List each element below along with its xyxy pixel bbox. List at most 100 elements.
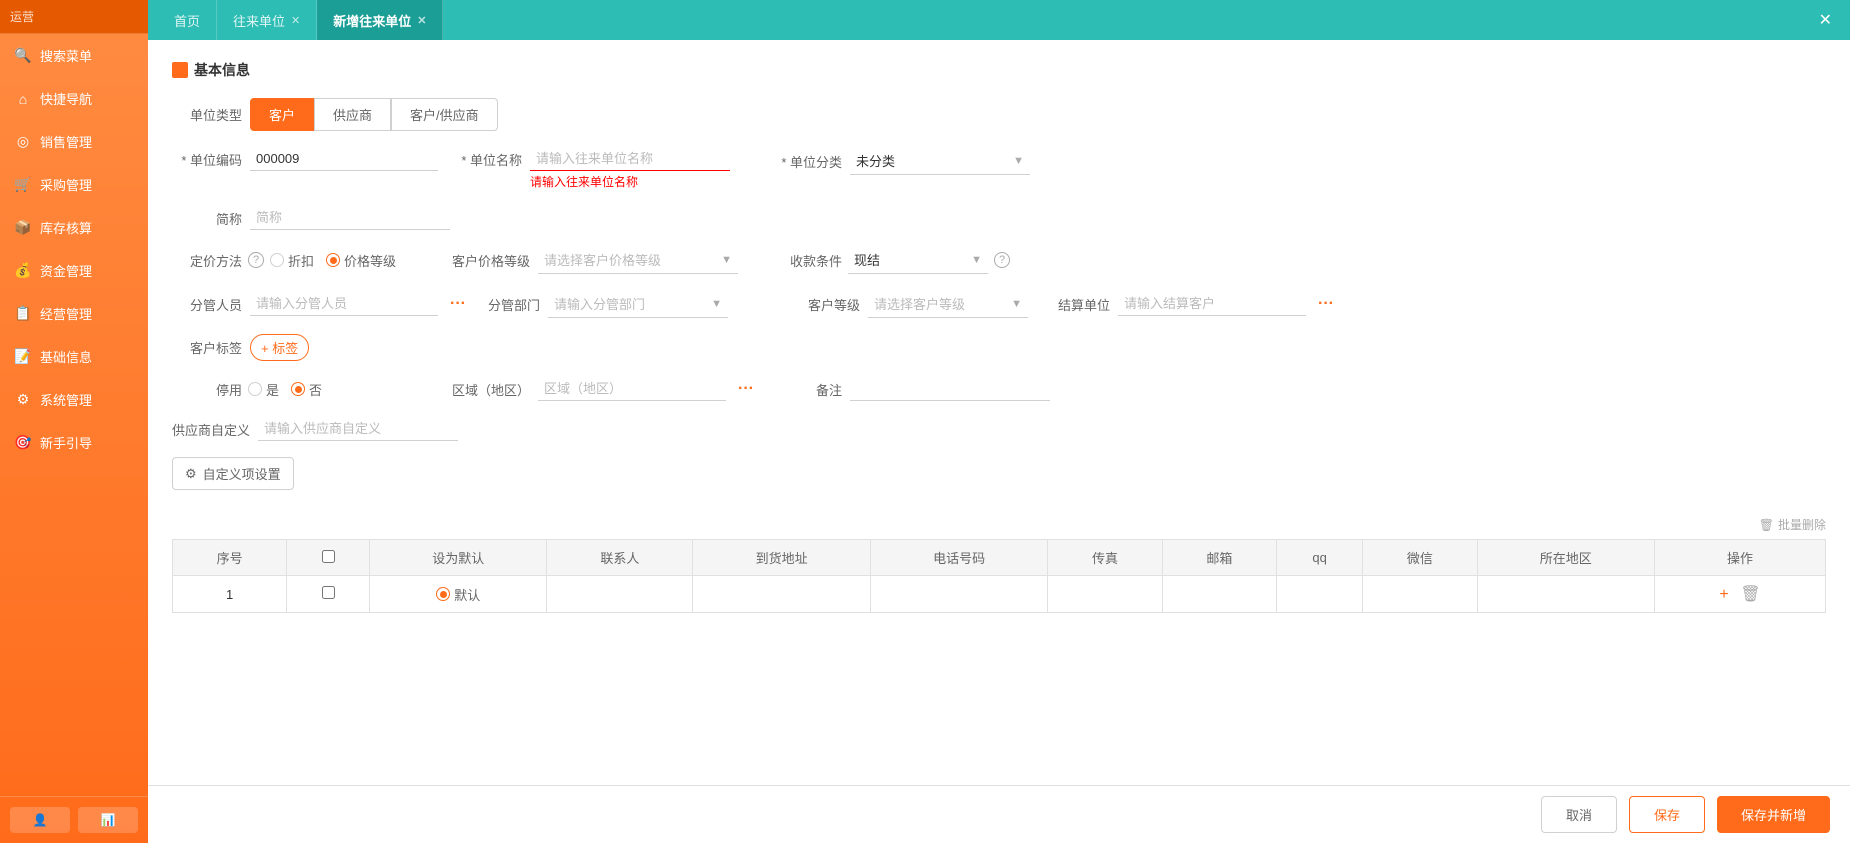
tab-home[interactable]: 首页 xyxy=(158,0,217,40)
col-seq: 序号 xyxy=(173,540,287,576)
disabled-no-radio[interactable] xyxy=(291,382,305,396)
save-button[interactable]: 保存 xyxy=(1629,796,1705,833)
customer-level-select[interactable]: 请选择客户等级 ▼ xyxy=(868,290,1028,318)
col-email: 邮箱 xyxy=(1162,540,1276,576)
row-address xyxy=(693,576,871,613)
supplier-custom-input[interactable] xyxy=(258,417,458,441)
tags-label: 客户标签 xyxy=(172,338,242,357)
sidebar-item-business[interactable]: 📋 经营管理 xyxy=(0,292,148,335)
sidebar-item-quick-nav[interactable]: ⌂ 快捷导航 xyxy=(0,77,148,120)
tab-new-partner-close[interactable]: ✕ xyxy=(417,14,426,27)
table-section: 🗑 批量删除 序号 设为默认 联系人 到货地址 电话号码 传真 邮箱 qq xyxy=(172,516,1826,613)
disabled-no-option[interactable]: 否 xyxy=(291,380,322,399)
custom-settings-label: 自定义项设置 xyxy=(203,464,281,483)
customer-price-level-field: 客户价格等级 请选择客户价格等级 ▼ xyxy=(452,246,772,274)
short-name-input[interactable] xyxy=(250,206,450,230)
remark-input[interactable] xyxy=(850,377,1050,401)
sidebar-item-purchase[interactable]: 🛒 采购管理 xyxy=(0,163,148,206)
region-more-btn[interactable]: ··· xyxy=(734,380,758,398)
unit-type-label: 单位类型 xyxy=(172,105,242,124)
sidebar-item-basic-info[interactable]: 📝 基础信息 xyxy=(0,335,148,378)
unit-type-supplier[interactable]: 供应商 xyxy=(314,98,391,131)
manager-input[interactable] xyxy=(250,292,438,316)
sidebar-item-label: 基础信息 xyxy=(40,347,92,366)
short-name-field: 简称 xyxy=(172,206,1826,230)
main-area: 首页 往来单位 ✕ 新增往来单位 ✕ ✕ 基本信息 单位类型 客户 供应商 客户… xyxy=(148,0,1850,843)
sidebar-user-btn[interactable]: 👤 xyxy=(10,807,70,833)
disabled-field: 停用 是 否 xyxy=(172,380,452,399)
disabled-label: 停用 xyxy=(172,380,242,399)
row-select[interactable] xyxy=(322,586,335,599)
row-default: 默认 xyxy=(369,576,547,613)
supplier-custom-label: 供应商自定义 xyxy=(172,420,250,439)
region-input[interactable] xyxy=(538,377,726,401)
row-delete-btn[interactable]: 🗑 xyxy=(1740,586,1760,603)
unit-type-both[interactable]: 客户/供应商 xyxy=(391,98,498,131)
contact-table: 序号 设为默认 联系人 到货地址 电话号码 传真 邮箱 qq 微信 所在地区 操… xyxy=(172,539,1826,613)
region-field: 区域（地区） ··· xyxy=(452,377,772,401)
department-select[interactable]: 请输入分管部门 ▼ xyxy=(548,290,728,318)
cancel-button[interactable]: 取消 xyxy=(1541,796,1617,833)
pricing-discount-radio[interactable] xyxy=(270,253,284,267)
col-phone: 电话号码 xyxy=(870,540,1048,576)
sidebar-stats-btn[interactable]: 📊 xyxy=(78,807,138,833)
settlement-more-btn[interactable]: ··· xyxy=(1314,295,1338,313)
disabled-yes-option[interactable]: 是 xyxy=(248,380,279,399)
sidebar-header: 运营 xyxy=(0,0,148,34)
tab-bar-close-all[interactable]: ✕ xyxy=(1811,10,1840,30)
table-select-all[interactable] xyxy=(322,550,335,563)
customer-level-field: 客户等级 请选择客户等级 ▼ xyxy=(790,290,1040,318)
col-address: 到货地址 xyxy=(693,540,871,576)
batch-delete-button[interactable]: 🗑 批量删除 xyxy=(1759,516,1826,533)
sidebar-item-sales[interactable]: ◎ 销售管理 xyxy=(0,120,148,163)
tab-partners-close[interactable]: ✕ xyxy=(291,14,300,27)
manager-more-btn[interactable]: ··· xyxy=(446,295,470,313)
department-label: 分管部门 xyxy=(470,295,540,314)
unit-name-input[interactable] xyxy=(530,147,730,171)
batch-delete-icon: 🗑 xyxy=(1759,518,1774,532)
short-name-label: 简称 xyxy=(172,209,242,228)
pricing-help-icon[interactable]: ? xyxy=(248,252,264,268)
table-header-row: 序号 设为默认 联系人 到货地址 电话号码 传真 邮箱 qq 微信 所在地区 操… xyxy=(173,540,1826,576)
disabled-yes-radio[interactable] xyxy=(248,382,262,396)
settlement-input[interactable] xyxy=(1118,292,1306,316)
tab-new-partner[interactable]: 新增往来单位 ✕ xyxy=(317,0,443,40)
col-contact: 联系人 xyxy=(547,540,693,576)
unit-code-label: * 单位编码 xyxy=(172,150,242,169)
pricing-price-level-label: 价格等级 xyxy=(344,251,396,270)
pricing-discount-label: 折扣 xyxy=(288,251,314,270)
col-checkbox xyxy=(287,540,370,576)
sidebar-item-search[interactable]: 🔍 搜索菜单 xyxy=(0,34,148,77)
row-default-radio-option[interactable]: 默认 xyxy=(380,585,537,604)
customer-price-level-select[interactable]: 请选择客户价格等级 ▼ xyxy=(538,246,738,274)
pricing-discount-option[interactable]: 折扣 xyxy=(270,251,314,270)
row-fax xyxy=(1048,576,1162,613)
row-add-btn[interactable]: + xyxy=(1719,586,1728,603)
col-default: 设为默认 xyxy=(369,540,547,576)
row-default-radio[interactable] xyxy=(436,587,450,601)
save-new-button[interactable]: 保存并新增 xyxy=(1717,796,1830,833)
pricing-price-level-option[interactable]: 价格等级 xyxy=(326,251,396,270)
add-tag-label: + 标签 xyxy=(261,338,298,357)
sidebar-bottom: 👤 📊 xyxy=(0,796,148,843)
pricing-price-level-radio[interactable] xyxy=(326,253,340,267)
row-contact xyxy=(547,576,693,613)
tab-partners[interactable]: 往来单位 ✕ xyxy=(217,0,317,40)
unit-code-input[interactable] xyxy=(250,147,438,171)
customer-level-placeholder: 请选择客户等级 xyxy=(874,294,1007,313)
payment-terms-select[interactable]: 现结 ▼ xyxy=(848,246,988,274)
unit-category-select[interactable]: 未分类 ▼ xyxy=(850,147,1030,175)
sidebar-item-finance[interactable]: 💰 资金管理 xyxy=(0,249,148,292)
custom-settings-button[interactable]: ⚙ 自定义项设置 xyxy=(172,457,294,490)
unit-type-customer[interactable]: 客户 xyxy=(250,98,314,131)
sidebar-item-inventory[interactable]: 📦 库存核算 xyxy=(0,206,148,249)
add-tag-button[interactable]: + 标签 xyxy=(250,334,309,361)
payment-terms-help-icon[interactable]: ? xyxy=(994,252,1010,268)
settings-gear-icon: ⚙ xyxy=(185,466,197,482)
section-title-text: 基本信息 xyxy=(194,60,250,80)
col-fax: 传真 xyxy=(1048,540,1162,576)
pricing-label: 定价方法 xyxy=(172,251,242,270)
sidebar-item-system[interactable]: ⚙ 系统管理 xyxy=(0,378,148,421)
disabled-row: 停用 是 否 区域（地区） ··· 备注 xyxy=(172,377,1826,401)
sidebar-item-guide[interactable]: 🎯 新手引导 xyxy=(0,421,148,464)
